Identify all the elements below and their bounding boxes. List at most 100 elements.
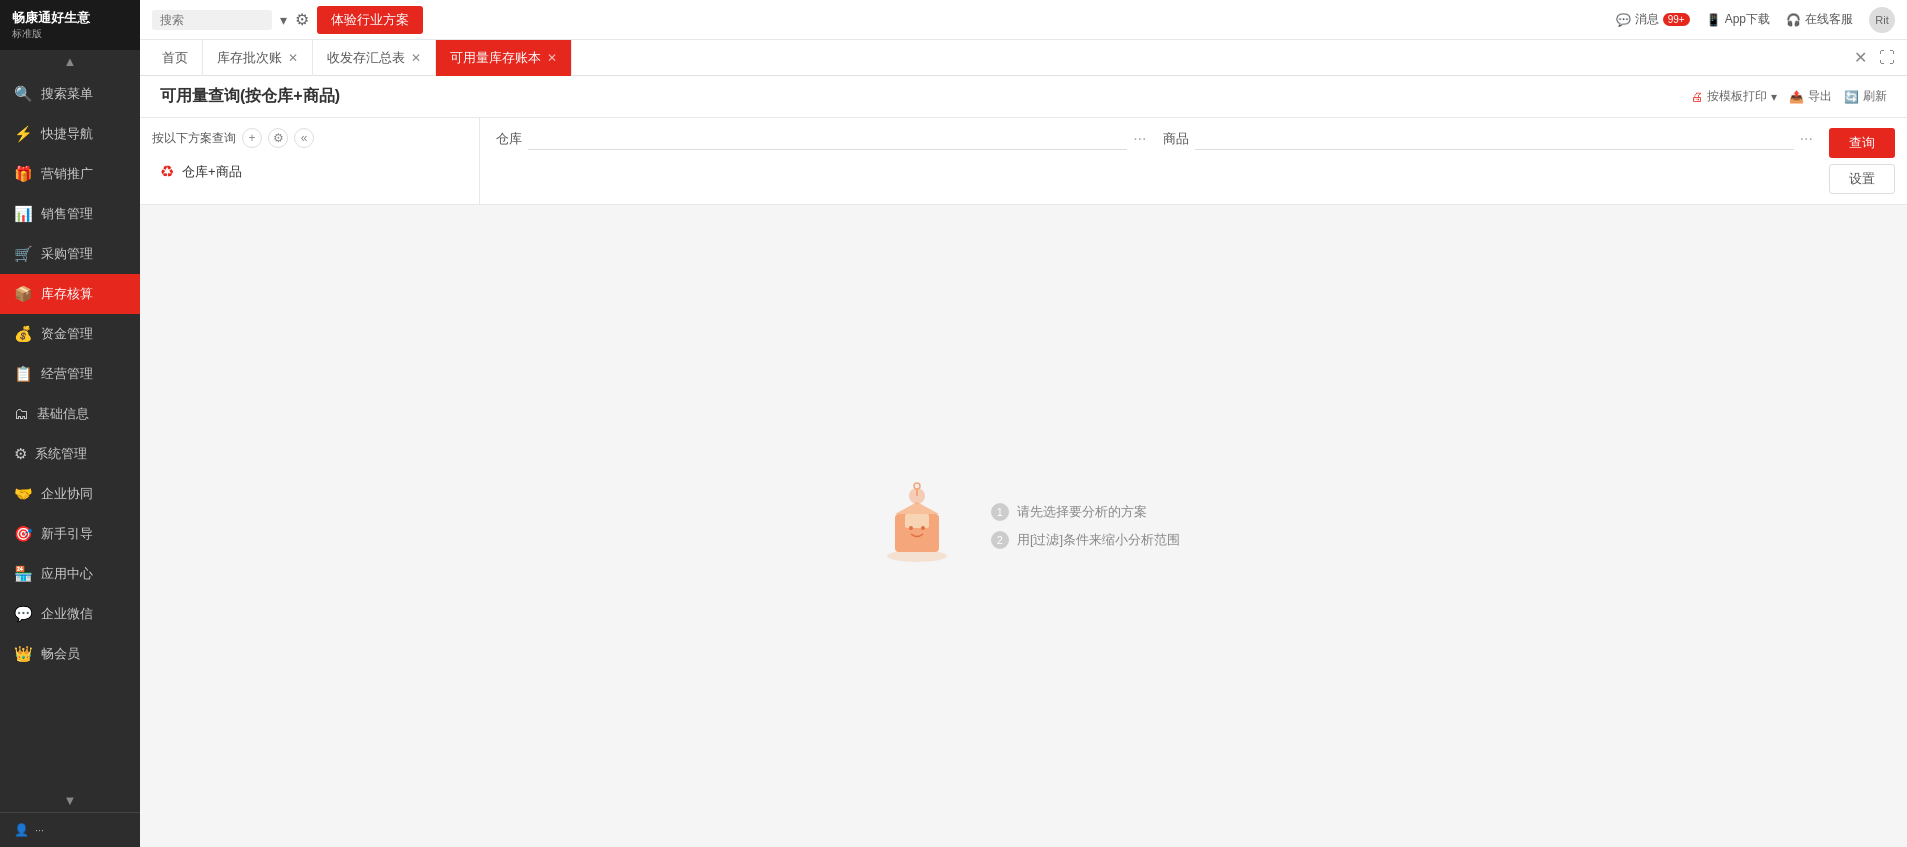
filter-field-warehouse: 仓库 ···: [496, 128, 1147, 150]
sidebar-item-search[interactable]: 🔍 搜索菜单: [0, 74, 140, 114]
sidebar-item-sales[interactable]: 📊 销售管理: [0, 194, 140, 234]
refresh-button[interactable]: 🔄 刷新: [1844, 88, 1887, 105]
svg-rect-3: [905, 514, 929, 528]
sidebar-item-label: 搜索菜单: [41, 85, 93, 103]
sidebar-item-purchase[interactable]: 🛒 采购管理: [0, 234, 140, 274]
sidebar-item-basic[interactable]: 🗂 基础信息: [0, 394, 140, 434]
tab-batch[interactable]: 库存批次账 ✕: [203, 40, 313, 76]
page-title-bar: 可用量查询(按仓库+商品) 🖨 按模板打印 ▾ 📤 导出 🔄 刷新: [140, 76, 1907, 118]
empty-hint-2: 2 用[过滤]条件来缩小分析范围: [991, 531, 1180, 549]
sidebar-item-shortcut[interactable]: ⚡ 快捷导航: [0, 114, 140, 154]
sidebar-item-label: 销售管理: [41, 205, 93, 223]
purchase-icon: 🛒: [14, 245, 33, 263]
empty-box-svg: [867, 476, 967, 576]
filter-row-1: 仓库 ··· 商品 ···: [496, 128, 1813, 150]
appstore-icon: 🏪: [14, 565, 33, 583]
goods-more-button[interactable]: ···: [1800, 130, 1813, 148]
empty-hints: 1 请先选择要分析的方案 2 用[过滤]条件来缩小分析范围: [991, 503, 1180, 549]
basic-icon: 🗂: [14, 405, 29, 422]
sidebar-item-inventory[interactable]: 📦 库存核算: [0, 274, 140, 314]
sidebar-item-system[interactable]: ⚙ 系统管理: [0, 434, 140, 474]
tab-available-close[interactable]: ✕: [547, 51, 557, 65]
svg-point-8: [921, 526, 925, 530]
message-item[interactable]: 💬 消息 99+: [1616, 11, 1690, 28]
export-icon: 📤: [1789, 90, 1804, 104]
filter-field-goods: 商品 ···: [1163, 128, 1814, 150]
goods-label: 商品: [1163, 130, 1189, 148]
guide-icon: 🎯: [14, 525, 33, 543]
collapse-button[interactable]: «: [294, 128, 314, 148]
sidebar-item-label: 基础信息: [37, 405, 89, 423]
sidebar-item-enterprise[interactable]: 🤝 企业协同: [0, 474, 140, 514]
print-label: 按模板打印: [1707, 88, 1767, 105]
sidebar-item-label: 营销推广: [41, 165, 93, 183]
hint-text-1: 请先选择要分析的方案: [1017, 503, 1147, 521]
enterprise-icon: 🤝: [14, 485, 33, 503]
online-service-label: 在线客服: [1805, 11, 1853, 28]
trial-button[interactable]: 体验行业方案: [317, 6, 423, 34]
gear-button[interactable]: ⚙: [295, 10, 309, 29]
dropdown-button[interactable]: ▾: [280, 12, 287, 28]
user-avatar-small: 👤: [14, 823, 29, 837]
page-content: 可用量查询(按仓库+商品) 🖨 按模板打印 ▾ 📤 导出 🔄 刷新: [140, 76, 1907, 847]
query-button[interactable]: 查询: [1829, 128, 1895, 158]
sidebar-item-label: 采购管理: [41, 245, 93, 263]
hint-num-2: 2: [991, 531, 1009, 549]
sidebar-item-guide[interactable]: 🎯 新手引导: [0, 514, 140, 554]
app-download-item[interactable]: 📱 App下载: [1706, 11, 1770, 28]
close-tab-button[interactable]: ✕: [1850, 44, 1871, 71]
export-button[interactable]: 📤 导出: [1789, 88, 1832, 105]
sidebar-scroll-up[interactable]: ▲: [0, 50, 140, 74]
sidebar-item-label: 系统管理: [35, 445, 87, 463]
member-icon: 👑: [14, 645, 33, 663]
breadcrumb-input[interactable]: [152, 10, 272, 30]
shortcut-icon: ⚡: [14, 125, 33, 143]
scheme-item-warehouse-goods[interactable]: ♻ 仓库+商品: [152, 156, 467, 187]
add-scheme-button[interactable]: +: [242, 128, 262, 148]
empty-state: 1 请先选择要分析的方案 2 用[过滤]条件来缩小分析范围: [140, 205, 1907, 847]
sidebar-item-label: 企业微信: [41, 605, 93, 623]
expand-tab-button[interactable]: ⛶: [1875, 45, 1899, 71]
inventory-icon: 📦: [14, 285, 33, 303]
app-download-icon: 📱: [1706, 13, 1721, 27]
print-button[interactable]: 🖨 按模板打印 ▾: [1691, 88, 1777, 105]
scheme-settings-button[interactable]: ⚙: [268, 128, 288, 148]
sidebar-item-operation[interactable]: 📋 经营管理: [0, 354, 140, 394]
warehouse-label: 仓库: [496, 130, 522, 148]
sidebar-scroll-down[interactable]: ▼: [0, 788, 140, 812]
sidebar-item-label: 资金管理: [41, 325, 93, 343]
sidebar-item-wechat[interactable]: 💬 企业微信: [0, 594, 140, 634]
tab-available[interactable]: 可用量库存账本 ✕: [436, 40, 572, 76]
tab-summary-close[interactable]: ✕: [411, 51, 421, 65]
app-name: 畅康通好生意: [12, 10, 128, 27]
svg-point-7: [909, 526, 913, 530]
title-actions: 🖨 按模板打印 ▾ 📤 导出 🔄 刷新: [1691, 88, 1887, 105]
refresh-label: 刷新: [1863, 88, 1887, 105]
sidebar: 畅康通好生意 标准版 ▲ 🔍 搜索菜单 ⚡ 快捷导航 🎁 营销推广 📊 销售管理…: [0, 0, 140, 847]
filter-settings-button[interactable]: 设置: [1829, 164, 1895, 194]
goods-input[interactable]: [1195, 128, 1794, 150]
tab-home[interactable]: 首页: [148, 40, 203, 76]
user-area[interactable]: Rit: [1869, 7, 1895, 33]
scheme-item-label: 仓库+商品: [182, 163, 242, 181]
sidebar-item-label: 新手引导: [41, 525, 93, 543]
warehouse-input[interactable]: [528, 128, 1127, 150]
scheme-recycle-icon: ♻: [160, 162, 174, 181]
print-icon: 🖨: [1691, 90, 1703, 104]
sidebar-item-appstore[interactable]: 🏪 应用中心: [0, 554, 140, 594]
tab-batch-label: 库存批次账: [217, 49, 282, 67]
page-title: 可用量查询(按仓库+商品): [160, 86, 340, 107]
search-icon: 🔍: [14, 85, 33, 103]
sidebar-item-member[interactable]: 👑 畅会员: [0, 634, 140, 674]
tabs-right: ✕ ⛶: [1850, 44, 1907, 71]
tab-summary[interactable]: 收发存汇总表 ✕: [313, 40, 436, 76]
warehouse-more-button[interactable]: ···: [1133, 130, 1146, 148]
sidebar-item-finance[interactable]: 💰 资金管理: [0, 314, 140, 354]
empty-illustration: [867, 476, 967, 576]
sidebar-item-marketing[interactable]: 🎁 营销推广: [0, 154, 140, 194]
tab-batch-close[interactable]: ✕: [288, 51, 298, 65]
wechat-icon: 💬: [14, 605, 33, 623]
hint-text-2: 用[过滤]条件来缩小分析范围: [1017, 531, 1180, 549]
online-service-item[interactable]: 🎧 在线客服: [1786, 11, 1853, 28]
message-icon: 💬: [1616, 13, 1631, 27]
